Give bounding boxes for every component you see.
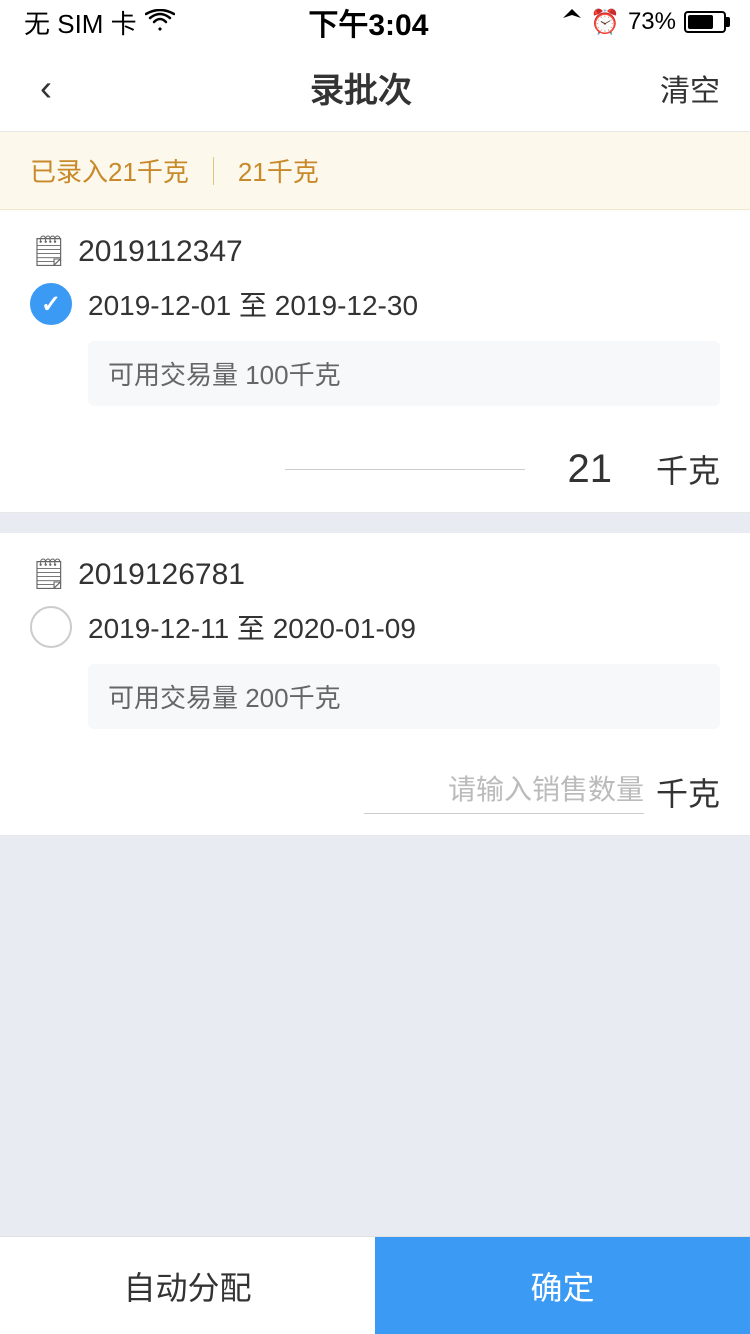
batch-1-amount-value: 21: [567, 447, 612, 492]
alarm-icon: ⏰: [590, 8, 620, 37]
battery-text: 73%: [628, 8, 676, 36]
page-title: 录批次: [310, 63, 412, 112]
status-bar-time: 下午3:04: [308, 0, 428, 44]
batch-1-amount-unit: 千克: [656, 446, 720, 492]
batch-2-input-wrapper: [30, 770, 644, 814]
batch-2-input-underline: [364, 813, 644, 814]
batch-2-available: 可用交易量 200千克: [88, 664, 720, 729]
carrier-text: 无 SIM 卡: [24, 4, 137, 41]
batch-1-amount-row: 21 千克: [0, 426, 750, 513]
batch-2-row: 2019-12-11 至 2020-01-09: [30, 606, 720, 648]
banner-divider: [213, 157, 214, 185]
batch-2-qty-input[interactable]: [224, 770, 644, 807]
status-bar-left: 无 SIM 卡: [24, 4, 175, 41]
nav-bar: ‹ 录批次 清空: [0, 44, 750, 132]
confirm-button[interactable]: 确定: [375, 1237, 750, 1334]
batch-2-date: 2019-12-11 至 2020-01-09: [88, 607, 416, 647]
batch-1-amount-divider: [285, 469, 525, 470]
status-bar-right: ⏰ 73%: [562, 8, 726, 37]
auto-distribute-button[interactable]: 自动分配: [0, 1237, 375, 1334]
status-bar: 无 SIM 卡 下午3:04 ⏰ 73%: [0, 0, 750, 44]
batch-1-available: 可用交易量 100千克: [88, 341, 720, 406]
batch-1-icon: 🗒: [30, 234, 68, 269]
batch-1-header: 🗒 2019112347: [30, 234, 720, 269]
batch-item-1: 🗒 2019112347 2019-12-01 至 2019-12-30 可用交…: [0, 210, 750, 426]
batch-item-2: 🗒 2019126781 2019-12-11 至 2020-01-09 可用交…: [0, 533, 750, 749]
batch-1-id: 2019112347: [78, 235, 243, 269]
recorded-amount: 已录入21千克: [30, 152, 189, 189]
batch-2-id: 2019126781: [78, 558, 245, 592]
battery-icon: [684, 11, 726, 33]
batch-1-row: 2019-12-01 至 2019-12-30: [30, 283, 720, 325]
batch-2-header: 🗒 2019126781: [30, 557, 720, 592]
clear-button[interactable]: 清空: [660, 66, 720, 110]
bottom-actions: 自动分配 确定: [0, 1236, 750, 1334]
batch-2-input-row: 千克: [0, 749, 750, 836]
empty-area: [0, 836, 750, 1236]
batch-2-input-unit: 千克: [656, 769, 720, 815]
section-divider: [0, 513, 750, 533]
total-value: 21千克: [238, 152, 319, 189]
location-icon: [562, 8, 582, 37]
batch-1-date: 2019-12-01 至 2019-12-30: [88, 284, 418, 324]
batch-2-icon: 🗒: [30, 557, 68, 592]
wifi-icon: [145, 7, 175, 38]
status-banner: 已录入21千克 21千克: [0, 132, 750, 210]
batch-2-radio[interactable]: [30, 606, 72, 648]
back-button[interactable]: ‹: [30, 57, 62, 119]
batch-1-radio[interactable]: [30, 283, 72, 325]
